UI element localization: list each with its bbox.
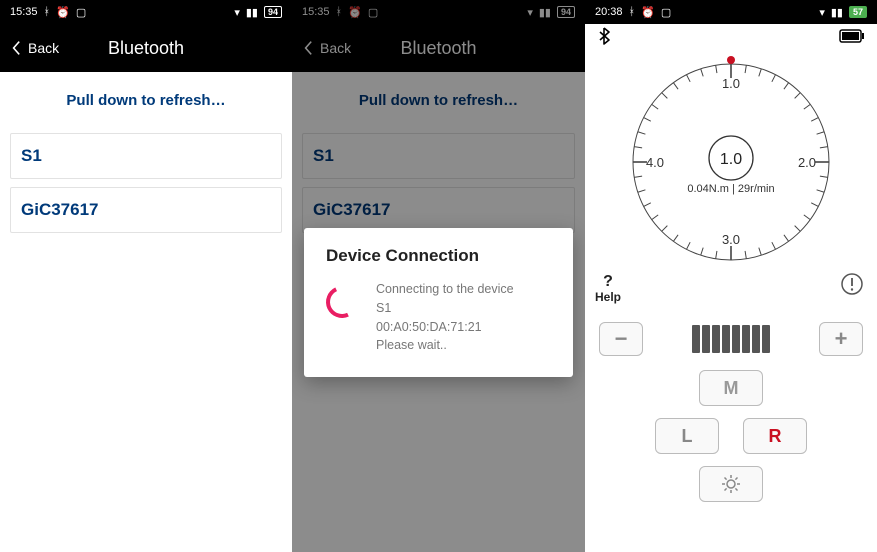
signal-icon: ▮▮ <box>831 6 843 19</box>
alarm-icon: ⏰ <box>641 6 655 19</box>
battery-indicator: 94 <box>264 6 282 18</box>
increase-button[interactable]: + <box>819 322 863 356</box>
status-bar: 20:38 ᚼ ⏰ ▢ ▾ ▮▮ 57 <box>585 0 877 24</box>
svg-text:3.0: 3.0 <box>722 232 740 247</box>
page-title: Bluetooth <box>108 38 184 59</box>
svg-text:2.0: 2.0 <box>798 155 816 170</box>
help-button[interactable]: ? Help <box>595 274 621 304</box>
gauge-area: 1.0 2.0 3.0 4.0 1.0 0.04N.m | 29r/min ? … <box>585 52 877 312</box>
device-item-s1[interactable]: S1 <box>10 133 282 179</box>
screen-3: 20:38 ᚼ ⏰ ▢ ▾ ▮▮ 57 1.0 2.0 3.0 <box>585 0 877 552</box>
device-item-gic[interactable]: GiC37617 <box>10 187 282 233</box>
sun-icon <box>721 474 741 494</box>
screen-1: 15:35 ᚼ ⏰ ▢ ▾ ▮▮ 94 Back Bluetooth Pull … <box>0 0 292 552</box>
svg-text:0.04N.m | 29r/min: 0.04N.m | 29r/min <box>687 183 774 195</box>
svg-text:1.0: 1.0 <box>722 76 740 91</box>
wifi-icon: ▾ <box>819 6 825 19</box>
status-bar: 15:35 ᚼ ⏰ ▢ ▾ ▮▮ 94 <box>0 0 292 24</box>
dialog-title: Device Connection <box>326 246 551 266</box>
signal-icon: ▮▮ <box>246 6 258 19</box>
wifi-icon: ▾ <box>234 6 240 19</box>
back-label: Back <box>28 40 59 56</box>
warning-icon[interactable] <box>841 273 863 300</box>
help-label: Help <box>595 290 621 304</box>
battery-icon <box>839 29 865 48</box>
battery-indicator: 57 <box>849 6 867 18</box>
decrease-button[interactable]: − <box>599 322 643 356</box>
app-topbar <box>585 24 877 52</box>
bluetooth-mini-icon: ᚼ <box>44 6 51 18</box>
back-button[interactable]: Back <box>0 40 69 56</box>
refresh-hint: Pull down to refresh… <box>0 72 292 133</box>
clock: 15:35 <box>10 6 38 18</box>
help-icon: ? <box>595 274 621 290</box>
bluetooth-mini-icon: ᚼ <box>629 6 636 18</box>
light-button[interactable] <box>699 466 763 502</box>
spinner-icon <box>321 281 362 322</box>
alarm-icon: ⏰ <box>56 6 70 19</box>
bluetooth-icon <box>597 27 611 50</box>
screenshot-icon: ▢ <box>661 6 671 19</box>
device-list: S1 GiC37617 <box>0 133 292 233</box>
screen-2: 15:35 ᚼ ⏰ ▢ ▾ ▮▮ 94 Back Bluetooth Pull … <box>292 0 585 552</box>
dialog-message: Connecting to the device S1 00:A0:50:DA:… <box>376 280 514 355</box>
value-scrubber[interactable] <box>651 324 811 354</box>
torque-gauge[interactable]: 1.0 2.0 3.0 4.0 1.0 0.04N.m | 29r/min <box>621 52 841 272</box>
svg-text:4.0: 4.0 <box>646 155 664 170</box>
controls: − + M L R <box>585 312 877 512</box>
screenshot-icon: ▢ <box>76 6 86 19</box>
right-direction-button[interactable]: R <box>743 418 807 454</box>
content-area[interactable]: Pull down to refresh… S1 GiC37617 <box>0 72 292 552</box>
app-header: Back Bluetooth <box>0 24 292 72</box>
clock: 20:38 <box>595 6 623 18</box>
left-direction-button[interactable]: L <box>655 418 719 454</box>
connection-dialog: Device Connection Connecting to the devi… <box>304 228 573 377</box>
mode-button[interactable]: M <box>699 370 763 406</box>
svg-text:1.0: 1.0 <box>720 151 742 168</box>
